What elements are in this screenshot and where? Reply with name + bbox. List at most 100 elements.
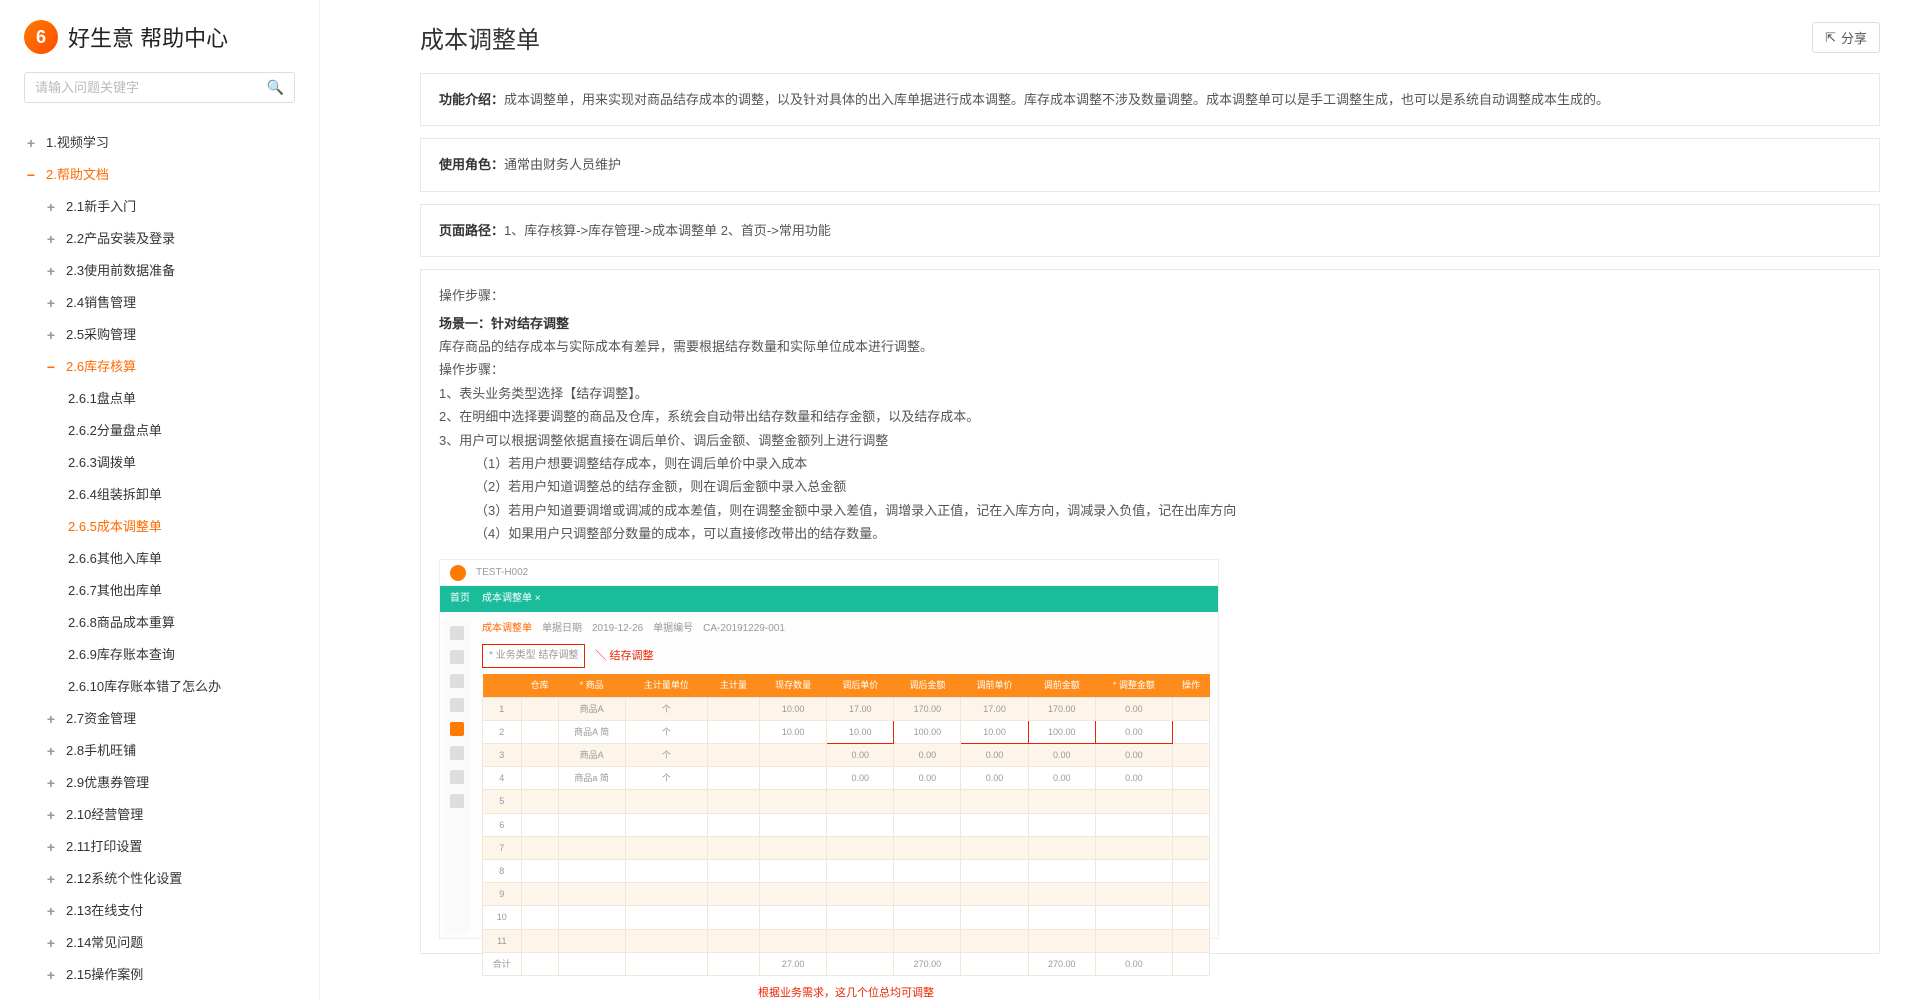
minus-icon: − xyxy=(44,360,58,374)
plus-icon: + xyxy=(44,936,58,950)
shot-date: 2019-12-26 xyxy=(592,620,643,638)
search-box[interactable]: 🔍 xyxy=(24,72,295,103)
nav-item-2-6-9[interactable]: 2.6.9库存账本查询 xyxy=(24,639,295,671)
plus-icon: + xyxy=(44,872,58,886)
steps-label2: 操作步骤： xyxy=(439,358,1861,381)
shot-tab-current: 成本调整单 × xyxy=(482,590,541,608)
nav-item-2-2[interactable]: +2.2产品安装及登录 xyxy=(24,223,295,255)
nav-item-2-6[interactable]: −2.6库存核算 xyxy=(24,351,295,383)
share-icon: ⇱ xyxy=(1825,30,1836,46)
substep-4: （4）如果用户只调整部分数量的成本，可以直接修改带出的结存数量。 xyxy=(439,522,1861,545)
nav-item-2-6-4[interactable]: 2.6.4组装拆卸单 xyxy=(24,479,295,511)
substep-3: （3）若用户知道要调增或调减的成本差值，则在调整金额中录入差值，调增录入正值，记… xyxy=(439,499,1861,522)
plus-icon: + xyxy=(44,776,58,790)
nav-item-2-10[interactable]: +2.10经营管理 xyxy=(24,799,295,831)
nav-item-2-13[interactable]: +2.13在线支付 xyxy=(24,895,295,927)
intro-label: 功能介绍： xyxy=(439,92,504,107)
role-text: 通常由财务人员维护 xyxy=(504,157,621,172)
substep-1: （1）若用户想要调整结存成本，则在调后单价中录入成本 xyxy=(439,452,1861,475)
search-icon[interactable]: 🔍 xyxy=(267,79,284,96)
path-text: 1、库存核算->库存管理->成本调整单 2、首页->常用功能 xyxy=(504,223,831,238)
nav-item-2-15[interactable]: +2.15操作案例 xyxy=(24,959,295,991)
plus-icon: + xyxy=(44,744,58,758)
search-input[interactable] xyxy=(35,80,267,95)
nav-item-2-6-5[interactable]: 2.6.5成本调整单 xyxy=(24,511,295,543)
shot-topbar: TEST-H002 xyxy=(440,560,1218,586)
intro-box: 功能介绍：成本调整单，用来实现对商品结存成本的调整，以及针对具体的出入库单据进行… xyxy=(420,73,1880,126)
table-row: 11 xyxy=(483,929,1210,952)
nav-item-videos[interactable]: +1.视频学习 xyxy=(24,127,295,159)
nav-item-2-14[interactable]: +2.14常见问题 xyxy=(24,927,295,959)
table-row: 8 xyxy=(483,859,1210,882)
nav-item-2-6-3[interactable]: 2.6.3调拨单 xyxy=(24,447,295,479)
sidebar: 6 好生意 帮助中心 🔍 +1.视频学习 −2.帮助文档 +2.1新手入门 +2… xyxy=(0,0,320,999)
nav-item-2-7[interactable]: +2.7资金管理 xyxy=(24,703,295,735)
nav-item-2-1[interactable]: +2.1新手入门 xyxy=(24,191,295,223)
shot-body: 成本调整单 单据日期 2019-12-26 单据编号 CA-20191229-0… xyxy=(474,612,1218,999)
table-row: 6 xyxy=(483,813,1210,836)
role-label: 使用角色： xyxy=(439,157,504,172)
brand-logo: 6 xyxy=(24,20,58,54)
nav-item-2-6-2[interactable]: 2.6.2分量盘点单 xyxy=(24,415,295,447)
shot-code: CA-20191229-001 xyxy=(703,620,785,638)
shot-table: 仓库* 商品主计量单位主计量现存数量调后单价调后金额调前单价调前金额* 调整金额… xyxy=(482,674,1210,975)
scene1-title: 场景一：针对结存调整 xyxy=(439,312,1861,335)
shot-annot-bottom: 根据业务需求，这几个位总均可调整 xyxy=(482,984,1210,999)
step-3: 3、用户可以根据调整依据直接在调后单价、调后金额、调整金额列上进行调整 xyxy=(439,429,1861,452)
nav-item-2-6-1[interactable]: 2.6.1盘点单 xyxy=(24,383,295,415)
table-sum-row: 合计27.00270.00270.000.00 xyxy=(483,952,1210,975)
nav-item-2-6-7[interactable]: 2.6.7其他出库单 xyxy=(24,575,295,607)
page-title: 成本调整单 xyxy=(420,20,540,55)
nav-item-2-11[interactable]: +2.11打印设置 xyxy=(24,831,295,863)
brand-title: 好生意 帮助中心 xyxy=(68,21,228,53)
shot-sidebar xyxy=(444,620,470,934)
nav-tree: +1.视频学习 −2.帮助文档 +2.1新手入门 +2.2产品安装及登录 +2.… xyxy=(24,127,295,991)
nav-item-2-4[interactable]: +2.4销售管理 xyxy=(24,287,295,319)
table-row: 7 xyxy=(483,836,1210,859)
table-row: 5 xyxy=(483,790,1210,813)
minus-icon: − xyxy=(24,168,38,182)
step-1: 1、表头业务类型选择【结存调整】。 xyxy=(439,382,1861,405)
intro-text: 成本调整单，用来实现对商品结存成本的调整，以及针对具体的出入库单据进行成本调整。… xyxy=(504,92,1609,107)
table-row: 2商品A 简个10.0010.00100.0010.00100.000.00 xyxy=(483,720,1210,743)
shot-code-lbl: 单据编号 xyxy=(653,620,693,638)
nav-item-2-9[interactable]: +2.9优惠券管理 xyxy=(24,767,295,799)
role-box: 使用角色：通常由财务人员维护 xyxy=(420,138,1880,191)
plus-icon: + xyxy=(24,136,38,150)
table-row: 9 xyxy=(483,883,1210,906)
path-label: 页面路径： xyxy=(439,223,504,238)
plus-icon: + xyxy=(44,232,58,246)
nav-item-2-12[interactable]: +2.12系统个性化设置 xyxy=(24,863,295,895)
main-content: 成本调整单 ⇱ 分享 功能介绍：成本调整单，用来实现对商品结存成本的调整，以及针… xyxy=(320,0,1920,999)
plus-icon: + xyxy=(44,840,58,854)
plus-icon: + xyxy=(44,264,58,278)
plus-icon: + xyxy=(44,712,58,726)
shot-biztype-field: * 业务类型 结存调整 xyxy=(482,644,585,668)
shot-annot-top: ╲ 结存调整 xyxy=(595,647,653,667)
nav-item-2-8[interactable]: +2.8手机旺铺 xyxy=(24,735,295,767)
nav-item-2-3[interactable]: +2.3使用前数据准备 xyxy=(24,255,295,287)
share-button[interactable]: ⇱ 分享 xyxy=(1812,22,1880,53)
table-row: 3商品A个0.000.000.000.000.00 xyxy=(483,744,1210,767)
nav-item-2-6-8[interactable]: 2.6.8商品成本重算 xyxy=(24,607,295,639)
plus-icon: + xyxy=(44,904,58,918)
nav-item-2-6-6[interactable]: 2.6.6其他入库单 xyxy=(24,543,295,575)
plus-icon: + xyxy=(44,200,58,214)
nav-item-help-docs[interactable]: −2.帮助文档 xyxy=(24,159,295,191)
table-row: 1商品A个10.0017.00170.0017.00170.000.00 xyxy=(483,697,1210,720)
path-box: 页面路径：1、库存核算->库存管理->成本调整单 2、首页->常用功能 xyxy=(420,204,1880,257)
scene1-desc: 库存商品的结存成本与实际成本有差异，需要根据结存数量和实际单位成本进行调整。 xyxy=(439,335,1861,358)
plus-icon: + xyxy=(44,328,58,342)
share-label: 分享 xyxy=(1841,28,1867,47)
plus-icon: + xyxy=(44,808,58,822)
shot-tabs: 首页 成本调整单 × xyxy=(440,586,1218,612)
step-2: 2、在明细中选择要调整的商品及仓库，系统会自动带出结存数量和结存金额，以及结存成… xyxy=(439,405,1861,428)
table-row: 4商品a 简个0.000.000.000.000.00 xyxy=(483,767,1210,790)
plus-icon: + xyxy=(44,296,58,310)
shot-crumb: 成本调整单 xyxy=(482,620,532,638)
nav-item-2-6-10[interactable]: 2.6.10库存账本错了怎么办 xyxy=(24,671,295,703)
shot-tab-home: 首页 xyxy=(450,590,470,608)
shot-logo-icon xyxy=(450,565,466,581)
shot-date-lbl: 单据日期 xyxy=(542,620,582,638)
nav-item-2-5[interactable]: +2.5采购管理 xyxy=(24,319,295,351)
